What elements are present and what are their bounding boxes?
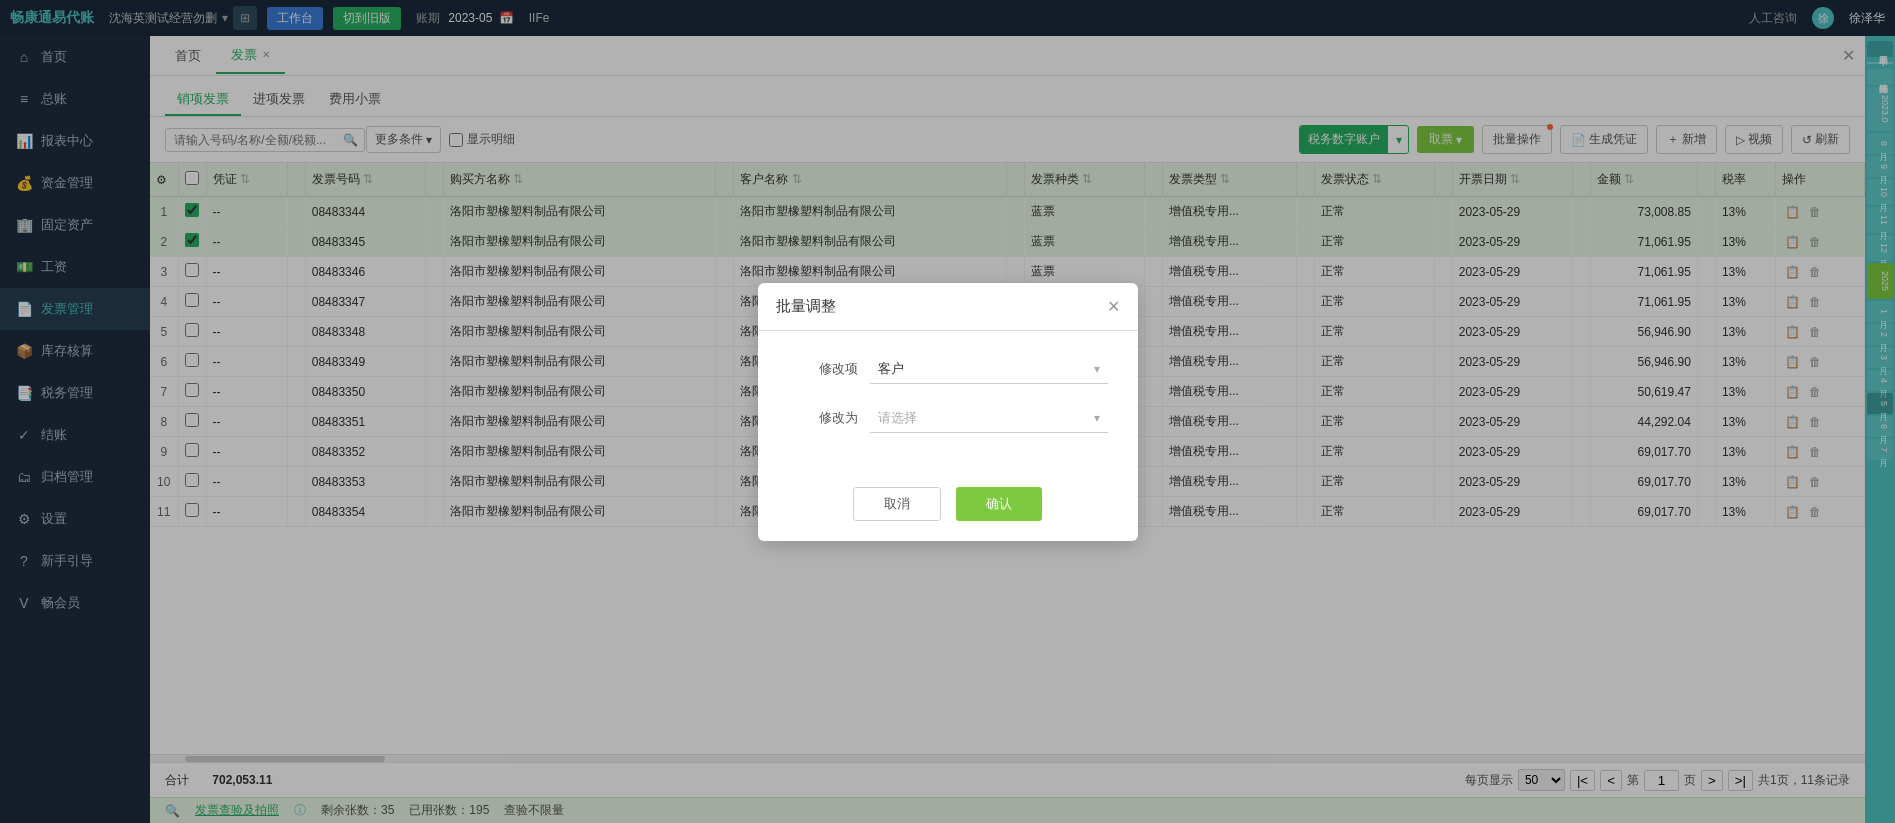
modal-close-btn[interactable]: ✕ [1107,297,1120,316]
form-row-modify-field: 修改项 客户 ▾ [788,355,1108,384]
modify-field-select[interactable]: 客户 ▾ [870,355,1108,384]
modify-to-dropdown-icon: ▾ [1094,411,1108,425]
modal-body: 修改项 客户 ▾ 修改为 请选择 ▾ [758,331,1138,477]
confirm-btn[interactable]: 确认 [956,487,1042,521]
modify-to-select[interactable]: 请选择 ▾ [870,404,1108,433]
modify-to-placeholder: 请选择 [870,409,1094,427]
cancel-btn[interactable]: 取消 [853,487,941,521]
modal-header: 批量调整 ✕ [758,283,1138,331]
modify-to-label: 修改为 [788,409,858,427]
modal-footer: 取消 确认 [758,477,1138,541]
modal-overlay: 批量调整 ✕ 修改项 客户 ▾ 修改为 请选择 ▾ 取消 确认 [0,0,1895,823]
modify-field-dropdown-icon: ▾ [1094,362,1108,376]
modify-field-value: 客户 [870,360,1094,378]
modal-title: 批量调整 [776,297,836,316]
modify-field-label: 修改项 [788,360,858,378]
form-row-modify-to: 修改为 请选择 ▾ [788,404,1108,433]
batch-adjust-modal: 批量调整 ✕ 修改项 客户 ▾ 修改为 请选择 ▾ 取消 确认 [758,283,1138,541]
